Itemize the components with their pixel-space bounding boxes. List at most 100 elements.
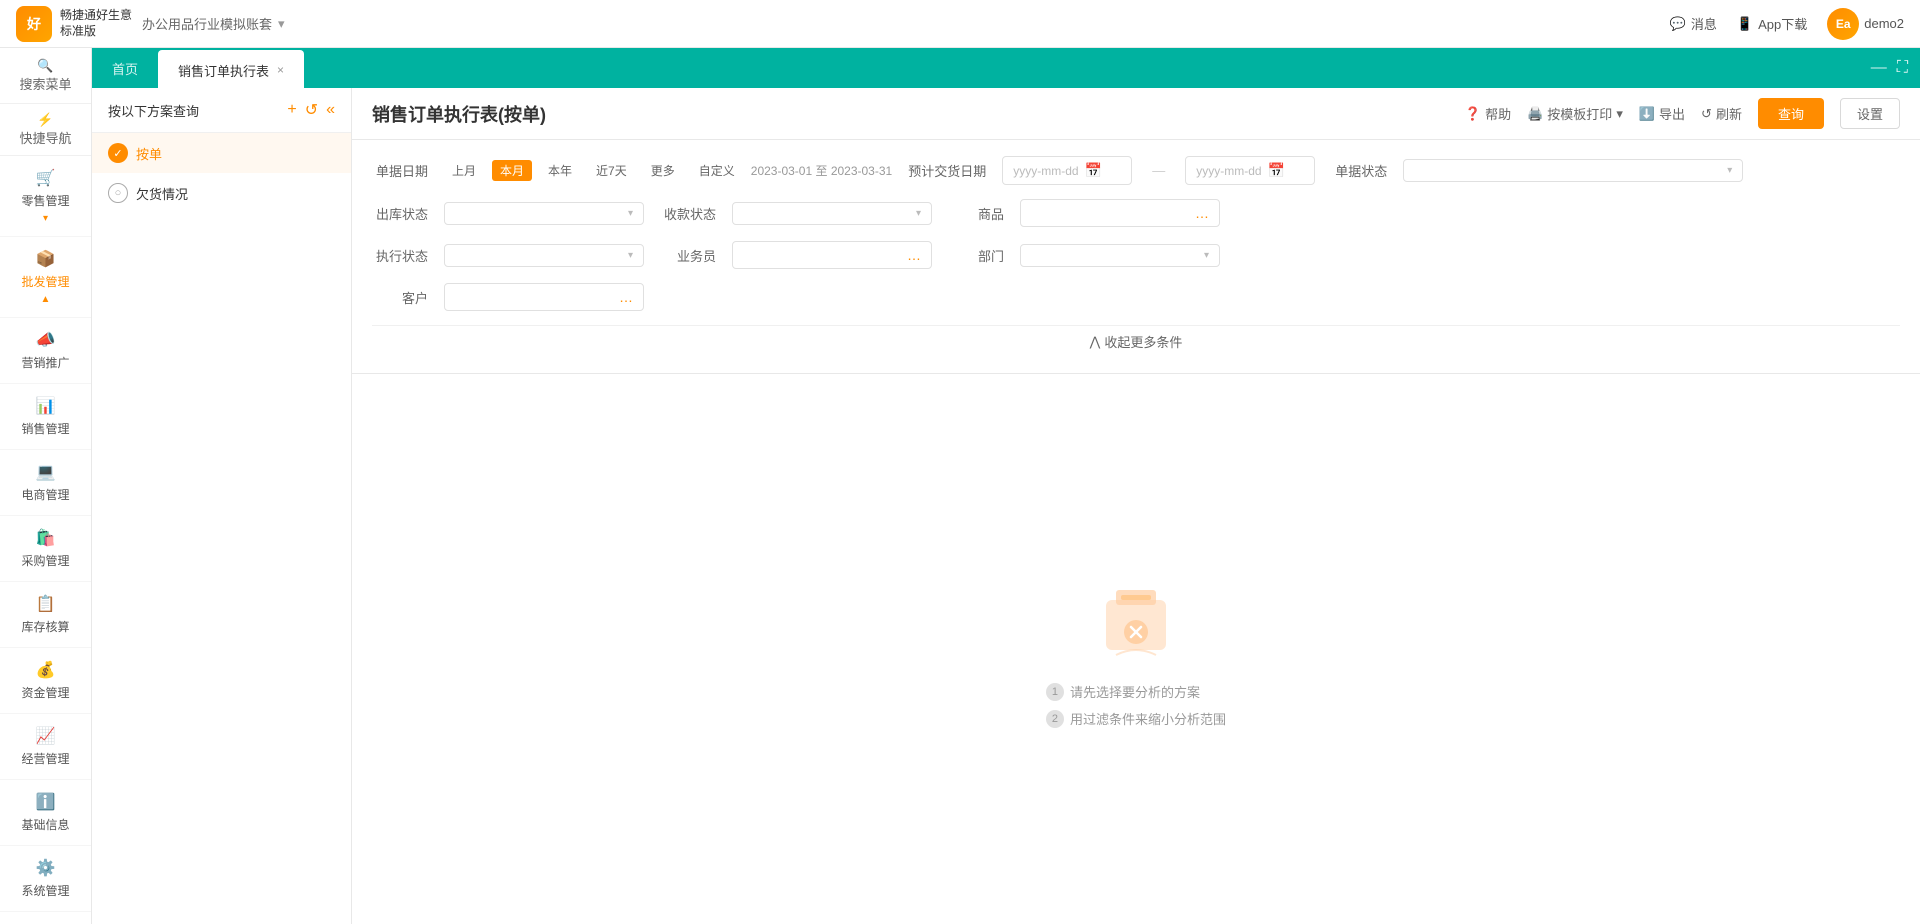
goods-dots-icon[interactable]: … — [1195, 205, 1209, 221]
tab-controls: — ⛶ — [1859, 59, 1920, 77]
salesperson-input[interactable]: … — [732, 241, 932, 269]
date-label: 单据日期 — [372, 161, 428, 180]
goods-input[interactable]: … — [1020, 199, 1220, 227]
sidebar-item-collab[interactable]: 🤝 企业协同 — [0, 912, 91, 924]
tab-bar: 首页 销售订单执行表 × — ⛶ — [92, 48, 1920, 88]
breadcrumb[interactable]: 办公用品行业模拟账套 ▾ — [142, 14, 285, 33]
date-tag-last-month[interactable]: 上月 — [444, 160, 484, 181]
main-layout: 🔍 搜索菜单 ⚡ 快捷导航 🛒 零售管理 ▾ 📦 批发管理 ▲ 📣 营销推广 📊… — [0, 48, 1920, 924]
customer-input[interactable]: … — [444, 283, 644, 311]
print-icon: 🖨️ — [1527, 106, 1543, 122]
retail-label: 零售管理 — [21, 192, 69, 209]
sidebar-item-purchase[interactable]: 🛍️ 采购管理 — [0, 516, 91, 582]
refresh-scheme-icon[interactable]: ↺ — [305, 100, 318, 120]
expected-date-start[interactable]: yyyy-mm-dd 📅 — [1002, 156, 1132, 185]
status-select[interactable]: ▾ — [1403, 159, 1743, 182]
empty-illustration — [1086, 570, 1186, 670]
user-profile[interactable]: Ea demo2 — [1827, 8, 1904, 40]
collapse-btn[interactable]: ⋀ 收起更多条件 — [372, 325, 1900, 357]
tab-active-label: 销售订单执行表 — [178, 61, 269, 80]
ecommerce-icon: 💻 — [36, 462, 56, 482]
sidebar-item-inventory[interactable]: 📋 库存核算 — [0, 582, 91, 648]
message-btn[interactable]: 💬 消息 — [1670, 14, 1717, 33]
scheme-item-by-order[interactable]: ✓ 按单 — [92, 133, 351, 173]
wholesale-icon: 📦 — [36, 249, 56, 269]
basic-icon: ℹ️ — [36, 792, 56, 812]
sidebar-item-operation[interactable]: 📈 经营管理 — [0, 714, 91, 780]
sidebar-search[interactable]: 🔍 搜索菜单 — [0, 48, 91, 104]
sidebar-item-system[interactable]: ⚙️ 系统管理 — [0, 846, 91, 912]
sidebar-item-retail[interactable]: 🛒 零售管理 ▾ — [0, 156, 91, 237]
tab-maximize-icon[interactable]: ⛶ — [1897, 59, 1908, 77]
search-button[interactable]: 查询 — [1758, 98, 1824, 129]
date-range-display: 2023-03-01 至 2023-03-31 — [751, 162, 892, 179]
purchase-icon: 🛍️ — [36, 528, 56, 548]
breadcrumb-dropdown-icon[interactable]: ▾ — [278, 16, 285, 32]
scheme-label-shortage: 欠货情况 — [136, 184, 188, 203]
sidebar-item-quick-nav[interactable]: ⚡ 快捷导航 — [0, 104, 91, 156]
tab-home[interactable]: 首页 — [92, 48, 158, 88]
print-btn[interactable]: 🖨️ 按模板打印 ▾ — [1527, 104, 1623, 123]
tab-minimize-icon[interactable]: — — [1871, 59, 1887, 77]
date-tag-this-month[interactable]: 本月 — [492, 160, 532, 181]
basic-label: 基础信息 — [21, 816, 69, 833]
date-tag-7days[interactable]: 近7天 — [588, 160, 635, 181]
salesperson-dots-icon[interactable]: … — [907, 247, 921, 263]
scheme-item-shortage[interactable]: ○ 欠货情况 — [92, 173, 351, 213]
empty-tip-1: 1 请先选择要分析的方案 — [1046, 682, 1226, 701]
add-scheme-icon[interactable]: + — [287, 101, 296, 119]
export-btn[interactable]: ⬇️ 导出 — [1639, 104, 1685, 123]
customer-dots-icon[interactable]: … — [619, 289, 633, 305]
sidebar-item-finance[interactable]: 💰 资金管理 — [0, 648, 91, 714]
refresh-icon: ↺ — [1701, 106, 1712, 122]
avatar: Ea — [1827, 8, 1859, 40]
collect-status-select[interactable]: ▾ — [732, 202, 932, 225]
operation-label: 经营管理 — [21, 750, 69, 767]
sidebar-item-basic[interactable]: ℹ️ 基础信息 — [0, 780, 91, 846]
sidebar-item-wholesale[interactable]: 📦 批发管理 ▲ — [0, 237, 91, 318]
marketing-icon: 📣 — [36, 330, 56, 350]
sidebar-item-marketing[interactable]: 📣 营销推广 — [0, 318, 91, 384]
topbar-right: 💬 消息 📱 App下载 Ea demo2 — [1670, 8, 1904, 40]
exec-status-label: 执行状态 — [372, 246, 428, 265]
tip-num-2: 2 — [1046, 710, 1064, 728]
tip-text-2: 用过滤条件来缩小分析范围 — [1070, 709, 1226, 728]
help-btn[interactable]: ❓ 帮助 — [1465, 104, 1511, 123]
sales-label: 销售管理 — [21, 420, 69, 437]
date-tag-this-year[interactable]: 本年 — [540, 160, 580, 181]
sidebar-item-sales[interactable]: 📊 销售管理 — [0, 384, 91, 450]
expected-date-end[interactable]: yyyy-mm-dd 📅 — [1185, 156, 1315, 185]
print-dropdown-icon[interactable]: ▾ — [1616, 106, 1623, 122]
inventory-icon: 📋 — [36, 594, 56, 614]
left-panel-actions: + ↺ « — [287, 100, 335, 120]
collapse-panel-icon[interactable]: « — [326, 101, 335, 119]
date-tag-custom[interactable]: 自定义 — [691, 160, 743, 181]
logo-line2: 标准版 — [60, 24, 132, 40]
sidebar-item-ecommerce[interactable]: 💻 电商管理 — [0, 450, 91, 516]
help-label: 帮助 — [1485, 104, 1511, 123]
exec-status-select[interactable]: ▾ — [444, 244, 644, 267]
dept-select[interactable]: ▾ — [1020, 244, 1220, 267]
dept-dropdown-icon: ▾ — [1204, 250, 1209, 261]
wholesale-label: 批发管理 — [21, 273, 69, 290]
date-tags-group: 上月 本月 本年 近7天 更多 自定义 2023-03-01 至 2023-03… — [444, 160, 892, 181]
username: demo2 — [1864, 16, 1904, 31]
inventory-label: 库存核算 — [21, 618, 69, 635]
out-status-select[interactable]: ▾ — [444, 202, 644, 225]
settings-button[interactable]: 设置 — [1840, 98, 1900, 129]
app-icon: 📱 — [1737, 16, 1753, 32]
refresh-btn[interactable]: ↺ 刷新 — [1701, 104, 1742, 123]
date-tag-more[interactable]: 更多 — [643, 160, 683, 181]
collapse-label: 收起更多条件 — [1104, 332, 1182, 351]
tab-active[interactable]: 销售订单执行表 × — [158, 50, 304, 90]
sidebar: 🔍 搜索菜单 ⚡ 快捷导航 🛒 零售管理 ▾ 📦 批发管理 ▲ 📣 营销推广 📊… — [0, 48, 92, 924]
help-icon: ❓ — [1465, 106, 1481, 122]
finance-icon: 💰 — [36, 660, 56, 680]
expected-date-label: 预计交货日期 — [908, 161, 986, 180]
tip-text-1: 请先选择要分析的方案 — [1070, 682, 1200, 701]
topbar-left: 好 畅捷通好生意 标准版 办公用品行业模拟账套 ▾ — [16, 6, 285, 42]
app-download-btn[interactable]: 📱 App下载 — [1737, 14, 1807, 33]
scheme-dot-active: ✓ — [108, 143, 128, 163]
retail-expand-icon: ▾ — [43, 213, 48, 224]
tab-close-icon[interactable]: × — [277, 63, 284, 77]
